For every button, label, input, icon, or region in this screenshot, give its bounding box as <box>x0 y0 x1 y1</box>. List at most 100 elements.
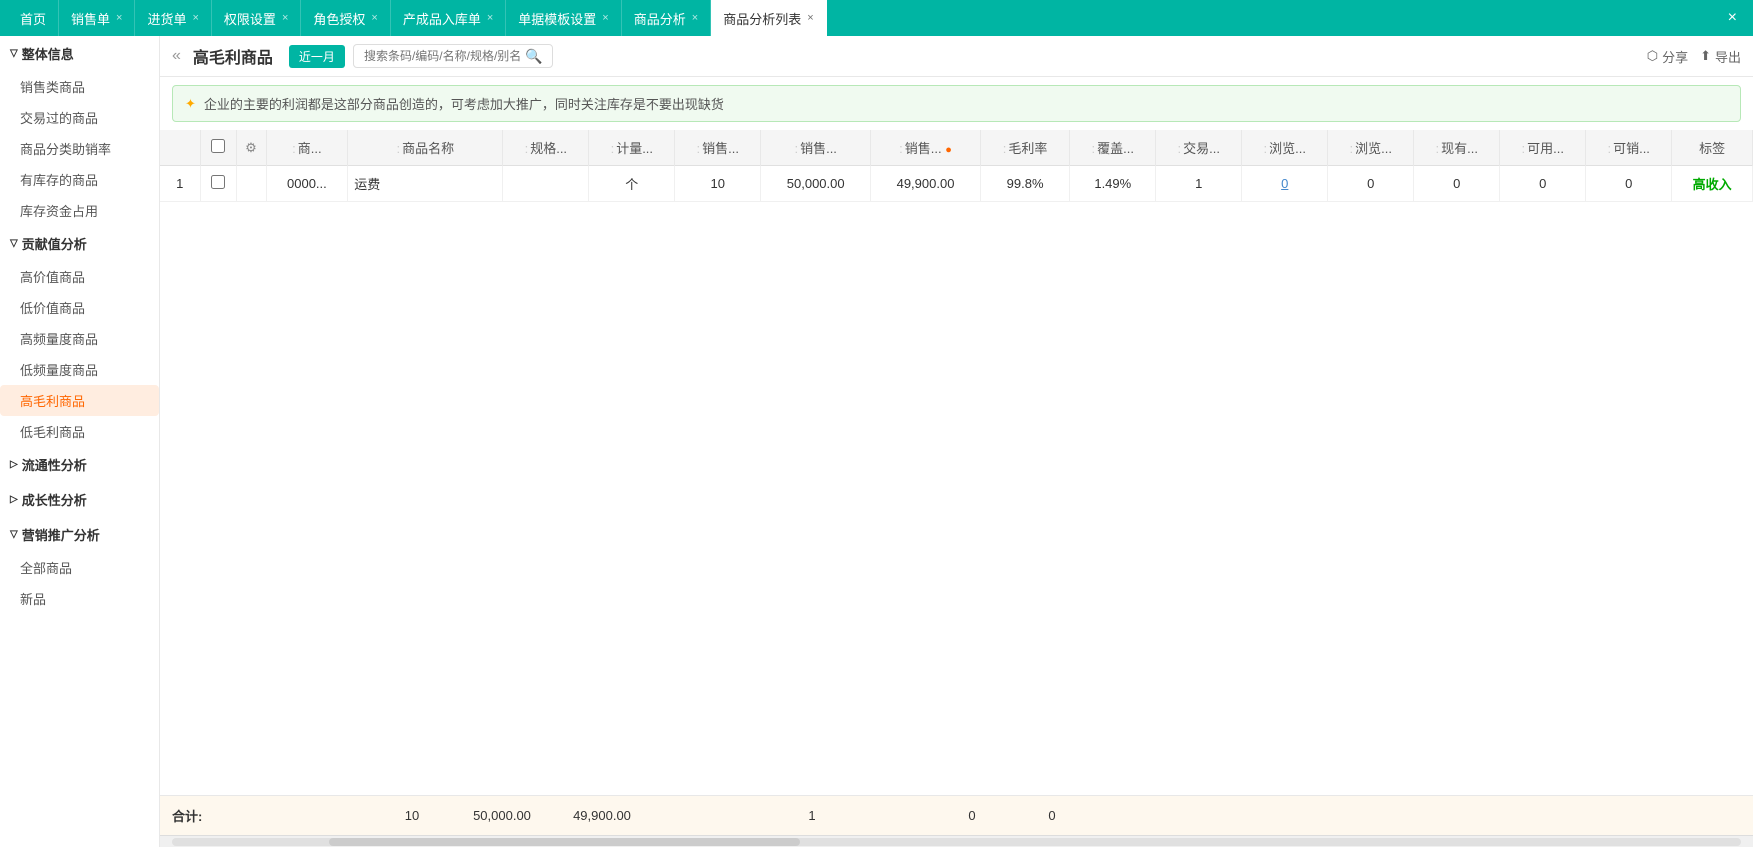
tab-permission-settings[interactable]: 权限设置 × <box>212 0 301 36</box>
tab-role-permission[interactable]: 角色授权 × <box>301 0 390 36</box>
tab-product-analysis-list[interactable]: 商品分析列表 × <box>711 0 826 36</box>
footer-total: 合计: 10 50,000.00 49,900.00 1 0 0 <box>160 795 1753 835</box>
sidebar-item-sales-goods[interactable]: 销售类商品 <box>0 71 159 102</box>
arrow-marketing-analysis: ▽ <box>10 529 18 540</box>
table-row: 1 0000... 运费 个 10 50,000.00 49,900.00 99… <box>160 166 1753 202</box>
cell-coverage: 1.49% <box>1070 166 1156 202</box>
highlight-dot: ● <box>945 144 952 156</box>
top-nav: 首页 销售单 × 进货单 × 权限设置 × 角色授权 × 产成品入库单 × 单据… <box>0 0 1753 36</box>
header-actions: ⬡ 分享 ⬆ 导出 <box>1647 47 1741 66</box>
close-tab-product-analysis-list[interactable]: × <box>807 12 813 24</box>
cell-transaction: 1 <box>1156 166 1242 202</box>
close-tab-role-permission[interactable]: × <box>371 12 377 24</box>
info-banner: ✦ 企业的主要的利润都是这部分商品创造的，可考虑加大推广，同时关注库存是不要出现… <box>172 85 1741 122</box>
close-tab-product-analysis[interactable]: × <box>692 12 698 24</box>
col-browse2[interactable]: 浏览... <box>1328 130 1414 166</box>
search-container: 🔍 <box>353 44 542 68</box>
settings-icon[interactable]: ⚙ <box>245 140 257 155</box>
bottom-scrollbar[interactable] <box>160 835 1753 847</box>
toggle-sidebar-button[interactable]: « <box>172 47 181 65</box>
sidebar-item-inventory-capital[interactable]: 库存资金占用 <box>0 195 159 226</box>
col-goods-name[interactable]: 商品名称 <box>348 130 503 166</box>
select-all-checkbox[interactable] <box>211 139 225 153</box>
col-sales-cost[interactable]: 销售... ● <box>871 130 981 166</box>
col-goods-code[interactable]: 商... <box>266 130 348 166</box>
close-tab-permission-settings[interactable]: × <box>282 12 288 24</box>
sidebar-group-overall-info[interactable]: ▽ 整体信息 <box>0 36 159 71</box>
col-coverage[interactable]: 覆盖... <box>1070 130 1156 166</box>
cell-checkbox[interactable] <box>200 166 236 202</box>
cell-browse2: 0 <box>1328 166 1414 202</box>
sidebar-item-low-freq-goods[interactable]: 低频量度商品 <box>0 354 159 385</box>
cell-browse1[interactable]: 0 <box>1242 166 1328 202</box>
sidebar-item-low-value-goods[interactable]: 低价值商品 <box>0 292 159 323</box>
footer-sales-amount: 50,000.00 <box>452 808 552 823</box>
col-sales-qty[interactable]: 销售... <box>675 130 761 166</box>
cell-margin-rate: 99.8% <box>980 166 1069 202</box>
sidebar-item-high-freq-goods[interactable]: 高频量度商品 <box>0 323 159 354</box>
cell-sales-qty: 10 <box>675 166 761 202</box>
tab-product-analysis[interactable]: 商品分析 × <box>622 0 711 36</box>
col-available2[interactable]: 可用... <box>1500 130 1586 166</box>
col-saleable[interactable]: 可销... <box>1586 130 1672 166</box>
sidebar-item-traded-goods[interactable]: 交易过的商品 <box>0 102 159 133</box>
footer-sales-qty: 10 <box>372 808 452 823</box>
search-input[interactable] <box>353 44 553 68</box>
footer-sales-cost: 49,900.00 <box>552 808 652 823</box>
tab-home[interactable]: 首页 <box>8 0 59 36</box>
col-tag[interactable]: 标签 <box>1672 130 1753 166</box>
main-layout: ▽ 整体信息 销售类商品 交易过的商品 商品分类助销率 有库存的商品 库存资金占… <box>0 36 1753 847</box>
sidebar-group-wealth-analysis[interactable]: ▽ 贡献值分析 <box>0 226 159 261</box>
col-available1[interactable]: 现有... <box>1414 130 1500 166</box>
sidebar-group-marketing-analysis[interactable]: ▽ 营销推广分析 <box>0 517 159 552</box>
col-checkbox <box>200 130 236 166</box>
col-margin-rate[interactable]: 毛利率 <box>980 130 1069 166</box>
sidebar-item-low-margin-goods[interactable]: 低毛利商品 <box>0 416 159 447</box>
data-table: ⚙ 商... 商品名称 规格... 计量... <box>160 130 1753 202</box>
tab-single-template[interactable]: 单据模板设置 × <box>506 0 621 36</box>
export-icon: ⬆ <box>1700 48 1711 64</box>
tab-sales-order[interactable]: 销售单 × <box>59 0 135 36</box>
table-header-row: ⚙ 商... 商品名称 规格... 计量... <box>160 130 1753 166</box>
arrow-growth-analysis: ▷ <box>10 494 18 505</box>
col-unit[interactable]: 计量... <box>589 130 675 166</box>
col-browse1[interactable]: 浏览... <box>1242 130 1328 166</box>
sidebar-item-category-assist[interactable]: 商品分类助销率 <box>0 133 159 164</box>
close-tab-import-order[interactable]: × <box>192 12 198 24</box>
close-tab-sales-order[interactable]: × <box>116 12 122 24</box>
share-button[interactable]: ⬡ 分享 <box>1647 47 1688 66</box>
search-button[interactable]: 🔍 <box>525 48 542 65</box>
total-label: 合计: <box>172 806 372 825</box>
arrow-overall-info: ▽ <box>10 48 18 59</box>
cell-tag: 高收入 <box>1672 166 1753 202</box>
sidebar-group-flow-analysis[interactable]: ▷ 流通性分析 <box>0 447 159 482</box>
cell-sales-amount: 50,000.00 <box>761 166 871 202</box>
close-all-tabs-button[interactable]: × <box>1720 9 1745 27</box>
cell-spec <box>503 166 589 202</box>
sidebar-item-in-stock-goods[interactable]: 有库存的商品 <box>0 164 159 195</box>
col-sales-amount[interactable]: 销售... <box>761 130 871 166</box>
sidebar-item-new-goods[interactable]: 新品 <box>0 583 159 614</box>
tab-product-storage[interactable]: 产成品入库单 × <box>391 0 506 36</box>
export-button[interactable]: ⬆ 导出 <box>1700 47 1741 66</box>
col-settings[interactable]: ⚙ <box>236 130 266 166</box>
sidebar-item-high-margin-goods[interactable]: 高毛利商品 <box>0 385 159 416</box>
cell-available1: 0 <box>1414 166 1500 202</box>
sidebar-group-growth-analysis[interactable]: ▷ 成长性分析 <box>0 482 159 517</box>
content-header: « 高毛利商品 近一月 🔍 ⬡ 分享 ⬆ 导出 <box>160 36 1753 77</box>
scrollbar-thumb[interactable] <box>329 838 800 846</box>
sidebar-item-high-value-goods[interactable]: 高价值商品 <box>0 261 159 292</box>
period-button[interactable]: 近一月 <box>289 45 345 68</box>
col-transaction[interactable]: 交易... <box>1156 130 1242 166</box>
footer-transaction: 1 <box>772 808 852 823</box>
table-wrapper[interactable]: ⚙ 商... 商品名称 规格... 计量... <box>160 130 1753 795</box>
col-spec[interactable]: 规格... <box>503 130 589 166</box>
arrow-flow-analysis: ▷ <box>10 459 18 470</box>
close-tab-single-template[interactable]: × <box>602 12 608 24</box>
row-checkbox[interactable] <box>211 175 225 189</box>
cell-goods-name: 运费 <box>348 166 503 202</box>
close-tab-product-storage[interactable]: × <box>487 12 493 24</box>
sidebar-item-all-goods[interactable]: 全部商品 <box>0 552 159 583</box>
scrollbar-track[interactable] <box>172 838 1741 846</box>
tab-import-order[interactable]: 进货单 × <box>135 0 211 36</box>
